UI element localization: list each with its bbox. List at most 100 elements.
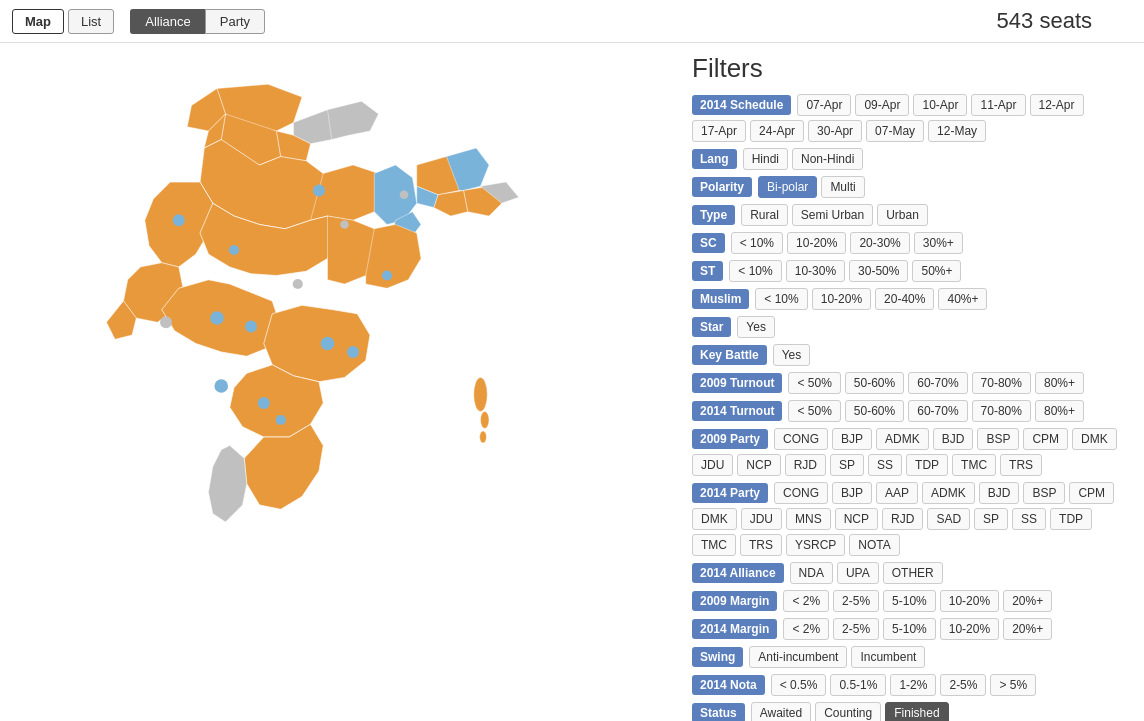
filter-tag[interactable]: 50-60% — [845, 400, 904, 422]
filter-tag[interactable]: 10-20% — [940, 590, 999, 612]
filter-tag[interactable]: Counting — [815, 702, 881, 721]
filter-tag[interactable]: 80%+ — [1035, 400, 1084, 422]
filter-tag[interactable]: 07-May — [866, 120, 924, 142]
filter-tag[interactable]: 70-80% — [972, 372, 1031, 394]
alliance-mode-button[interactable]: Alliance — [130, 9, 205, 34]
filter-tag[interactable]: TMC — [692, 534, 736, 556]
filter-tag[interactable]: BSP — [1023, 482, 1065, 504]
filter-tag[interactable]: 09-Apr — [855, 94, 909, 116]
filter-tag[interactable]: YSRCP — [786, 534, 845, 556]
filter-tag[interactable]: BJD — [933, 428, 974, 450]
filter-tag[interactable]: AAP — [876, 482, 918, 504]
filter-tag[interactable]: 11-Apr — [971, 94, 1025, 116]
filter-tag[interactable]: 20%+ — [1003, 590, 1052, 612]
filter-tag[interactable]: 50%+ — [912, 260, 961, 282]
filter-tag[interactable]: 30-50% — [849, 260, 908, 282]
filter-tag[interactable]: DMK — [692, 508, 737, 530]
filter-tag[interactable]: MNS — [786, 508, 831, 530]
filter-tag[interactable]: < 10% — [731, 232, 783, 254]
filter-tag[interactable]: UPA — [837, 562, 879, 584]
filter-tag[interactable]: CONG — [774, 482, 828, 504]
filter-tag[interactable]: BJD — [979, 482, 1020, 504]
filter-tag[interactable]: 0.5-1% — [830, 674, 886, 696]
filter-tag[interactable]: Hindi — [743, 148, 788, 170]
filter-tag[interactable]: NCP — [737, 454, 780, 476]
filter-tag[interactable]: 70-80% — [972, 400, 1031, 422]
filter-tag[interactable]: < 2% — [783, 618, 829, 640]
filter-tag[interactable]: 20-30% — [850, 232, 909, 254]
filter-tag[interactable]: Semi Urban — [792, 204, 873, 226]
filter-tag[interactable]: 60-70% — [908, 400, 967, 422]
filter-tag[interactable]: Yes — [737, 316, 775, 338]
filter-tag[interactable]: 07-Apr — [797, 94, 851, 116]
filter-tag[interactable]: NCP — [835, 508, 878, 530]
filter-tag[interactable]: 30%+ — [914, 232, 963, 254]
filter-tag[interactable]: 5-10% — [883, 618, 936, 640]
filter-tag[interactable]: TRS — [740, 534, 782, 556]
list-view-button[interactable]: List — [68, 9, 114, 34]
filter-tag[interactable]: NOTA — [849, 534, 899, 556]
filter-tag[interactable]: Yes — [773, 344, 811, 366]
filter-tag[interactable]: 5-10% — [883, 590, 936, 612]
filter-tag[interactable]: 12-May — [928, 120, 986, 142]
filter-tag[interactable]: ADMK — [922, 482, 975, 504]
filter-tag[interactable]: RJD — [785, 454, 826, 476]
filter-tag[interactable]: 10-20% — [787, 232, 846, 254]
filter-tag[interactable]: < 2% — [783, 590, 829, 612]
filter-tag[interactable]: 10-20% — [940, 618, 999, 640]
filter-tag[interactable]: Urban — [877, 204, 928, 226]
filter-tag[interactable]: 40%+ — [938, 288, 987, 310]
filter-tag[interactable]: SS — [868, 454, 902, 476]
filter-tag[interactable]: 24-Apr — [750, 120, 804, 142]
filter-tag[interactable]: 17-Apr — [692, 120, 746, 142]
filter-tag[interactable]: SAD — [927, 508, 970, 530]
filter-tag[interactable]: 2-5% — [833, 590, 879, 612]
filter-tag[interactable]: BJP — [832, 428, 872, 450]
filter-tag[interactable]: DMK — [1072, 428, 1117, 450]
map-view-button[interactable]: Map — [12, 9, 64, 34]
filter-tag[interactable]: < 10% — [755, 288, 807, 310]
filter-tag[interactable]: Awaited — [751, 702, 811, 721]
filter-tag[interactable]: > 5% — [990, 674, 1036, 696]
filter-tag[interactable]: TMC — [952, 454, 996, 476]
filter-tag[interactable]: < 0.5% — [771, 674, 827, 696]
filter-tag[interactable]: 2-5% — [833, 618, 879, 640]
party-mode-button[interactable]: Party — [205, 9, 265, 34]
filter-tag[interactable]: 2-5% — [940, 674, 986, 696]
filter-tag[interactable]: RJD — [882, 508, 923, 530]
filter-tag[interactable]: SS — [1012, 508, 1046, 530]
filter-tag[interactable]: 12-Apr — [1030, 94, 1084, 116]
filter-tag[interactable]: < 10% — [729, 260, 781, 282]
filter-tag[interactable]: Finished — [885, 702, 948, 721]
filter-tag[interactable]: Non-Hindi — [792, 148, 863, 170]
filter-tag[interactable]: BJP — [832, 482, 872, 504]
filter-tag[interactable]: < 50% — [788, 372, 840, 394]
filter-tag[interactable]: TDP — [1050, 508, 1092, 530]
filter-tag[interactable]: Multi — [821, 176, 864, 198]
filter-tag[interactable]: 20%+ — [1003, 618, 1052, 640]
filter-tag[interactable]: 50-60% — [845, 372, 904, 394]
filter-tag[interactable]: CONG — [774, 428, 828, 450]
filter-tag[interactable]: SP — [830, 454, 864, 476]
filter-tag[interactable]: 10-30% — [786, 260, 845, 282]
filter-tag[interactable]: CPM — [1069, 482, 1114, 504]
filter-tag[interactable]: NDA — [790, 562, 833, 584]
filter-tag[interactable]: 80%+ — [1035, 372, 1084, 394]
filter-tag[interactable]: 10-20% — [812, 288, 871, 310]
filter-tag[interactable]: TRS — [1000, 454, 1042, 476]
filter-tag[interactable]: TDP — [906, 454, 948, 476]
filter-tag[interactable]: ADMK — [876, 428, 929, 450]
filter-tag[interactable]: 60-70% — [908, 372, 967, 394]
filter-tag[interactable]: JDU — [741, 508, 782, 530]
filter-tag[interactable]: OTHER — [883, 562, 943, 584]
filter-tag[interactable]: Anti-incumbent — [749, 646, 847, 668]
filter-tag[interactable]: 30-Apr — [808, 120, 862, 142]
filter-tag[interactable]: 10-Apr — [913, 94, 967, 116]
filter-tag[interactable]: 1-2% — [890, 674, 936, 696]
filter-tag[interactable]: JDU — [692, 454, 733, 476]
filter-tag[interactable]: Incumbent — [851, 646, 925, 668]
filter-tag[interactable]: BSP — [977, 428, 1019, 450]
filter-tag[interactable]: CPM — [1023, 428, 1068, 450]
filter-tag[interactable]: Rural — [741, 204, 788, 226]
filter-tag[interactable]: < 50% — [788, 400, 840, 422]
